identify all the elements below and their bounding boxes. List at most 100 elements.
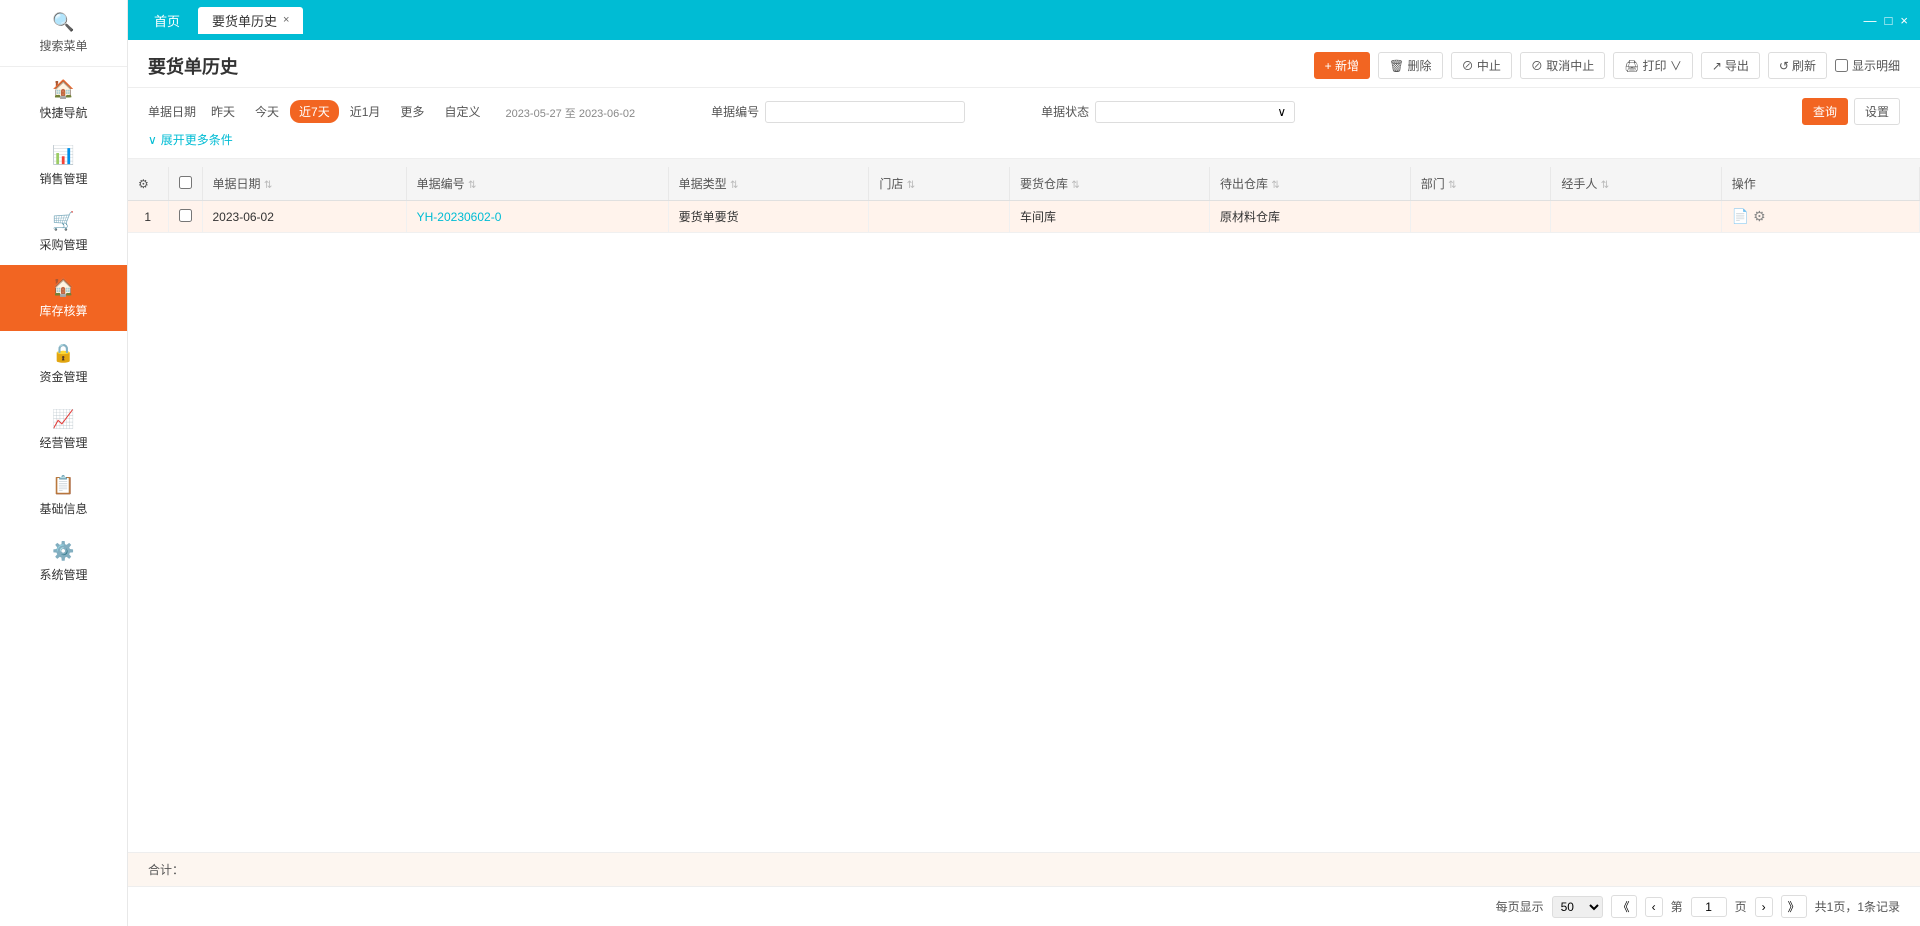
row-checkbox[interactable]	[179, 209, 192, 222]
per-page-select[interactable]: 20 50 100 200	[1552, 896, 1603, 918]
sidebar-item-label: 系统管理	[39, 566, 87, 583]
sidebar-item-sales[interactable]: 📊 销售管理	[0, 133, 127, 199]
minimize-icon[interactable]: —	[1864, 13, 1877, 28]
row-bill-no[interactable]: YH-20230602-0	[406, 201, 668, 233]
sidebar-item-label: 资金管理	[39, 368, 87, 385]
settings-button[interactable]: 设置	[1854, 98, 1900, 125]
date-btn-7days[interactable]: 近7天	[290, 100, 339, 123]
close-window-icon[interactable]: ×	[1900, 13, 1908, 28]
query-button[interactable]: 查询	[1802, 98, 1848, 125]
last-page-btn[interactable]: 》	[1781, 895, 1807, 918]
th-action-label: 操作	[1732, 177, 1756, 191]
page-label: 第	[1671, 898, 1683, 915]
view-action-icon[interactable]: 📄	[1732, 208, 1749, 225]
row-checkbox-cell[interactable]	[168, 201, 202, 233]
display-detail-toggle[interactable]: 显示明细	[1835, 57, 1900, 74]
sort-icon-date: ⇅	[264, 180, 272, 191]
delete-button[interactable]: 🗑 删除	[1378, 52, 1443, 79]
first-page-btn[interactable]: 《	[1611, 895, 1637, 918]
print-button[interactable]: 🖨 🖨 打印 打印 ∨	[1613, 52, 1693, 79]
action-btns: 📄 ⚙	[1732, 208, 1909, 225]
chevron-down-icon: ∨	[148, 133, 157, 147]
settings-icon: ⚙	[138, 177, 149, 191]
refresh-icon: ↺	[1779, 59, 1789, 73]
row-store	[869, 201, 1010, 233]
sidebar: 🔍 搜索菜单 🏠 快捷导航 📊 销售管理 🛒 采购管理 🏠 库存核算 🔒 资金管…	[0, 0, 128, 926]
display-detail-checkbox[interactable]	[1835, 59, 1848, 72]
date-btn-yesterday[interactable]: 昨天	[202, 100, 244, 123]
sort-icon-department: ⇅	[1448, 180, 1456, 191]
th-req-warehouse[interactable]: 要货仓库 ⇅	[1009, 167, 1209, 201]
th-bill-no[interactable]: 单据编号 ⇅	[406, 167, 668, 201]
sidebar-item-label: 采购管理	[39, 236, 87, 253]
th-checkbox[interactable]	[168, 167, 202, 201]
close-tab-icon[interactable]: ×	[283, 14, 289, 26]
sidebar-search[interactable]: 🔍 搜索菜单	[0, 0, 127, 67]
prev-page-btn[interactable]: ‹	[1645, 897, 1663, 917]
bill-status-select[interactable]: ∨	[1095, 101, 1295, 123]
sidebar-search-label: 搜索菜单	[39, 37, 87, 54]
th-bill-no-label: 单据编号	[417, 177, 465, 191]
row-req-warehouse: 车间库	[1009, 201, 1209, 233]
new-button[interactable]: + 新增	[1314, 52, 1370, 79]
sidebar-item-system[interactable]: ⚙️ 系统管理	[0, 529, 127, 595]
toolbar: + 新增 🗑 删除 ⊘ 中止 ⊘ 取消中止 🖨 🖨 打印 打印 ∨ ↗ 导出 ↺…	[1314, 52, 1900, 79]
tab-home[interactable]: 首页	[140, 7, 194, 34]
tab-home-label: 首页	[154, 11, 180, 30]
sidebar-item-label: 经营管理	[39, 434, 87, 451]
tab-requisition-history[interactable]: 要货单历史 ×	[198, 7, 303, 34]
sort-icon-req-warehouse: ⇅	[1071, 180, 1079, 191]
maximize-icon[interactable]: □	[1885, 13, 1893, 28]
current-page-input[interactable]	[1691, 897, 1727, 917]
chart-icon: 📊	[52, 145, 74, 166]
th-department[interactable]: 部门 ⇅	[1410, 167, 1551, 201]
bill-no-input[interactable]	[765, 101, 965, 123]
th-handler-label: 经手人	[1561, 177, 1597, 191]
stop-button[interactable]: ⊘ 中止	[1451, 52, 1512, 79]
row-actions: 📄 ⚙	[1721, 201, 1919, 233]
date-btn-1month[interactable]: 近1月	[341, 100, 390, 123]
sidebar-item-quick-nav[interactable]: 🏠 快捷导航	[0, 67, 127, 133]
refresh-button[interactable]: ↺ 刷新	[1768, 52, 1827, 79]
next-page-btn[interactable]: ›	[1755, 897, 1773, 917]
th-bill-type-label: 单据类型	[679, 177, 727, 191]
bill-no-link[interactable]: YH-20230602-0	[417, 210, 502, 224]
th-handler[interactable]: 经手人 ⇅	[1551, 167, 1721, 201]
cancel-stop-button[interactable]: ⊘ 取消中止	[1520, 52, 1605, 79]
sidebar-item-operation[interactable]: 📈 经营管理	[0, 397, 127, 463]
sidebar-item-purchase[interactable]: 🛒 采购管理	[0, 199, 127, 265]
row-pending-warehouse: 原材料仓库	[1210, 201, 1411, 233]
topbar-right-actions: — □ ×	[1864, 13, 1908, 28]
date-btn-today[interactable]: 今天	[246, 100, 288, 123]
chevron-down-icon: ∨	[1277, 105, 1286, 119]
operation-icon: 📈	[52, 409, 74, 430]
filter-bill-status: 单据状态 ∨	[1041, 101, 1295, 123]
filter-date: 单据日期 昨天 今天 近7天 近1月 更多 自定义	[148, 100, 489, 123]
th-settings[interactable]: ⚙	[128, 167, 168, 201]
sidebar-item-label: 销售管理	[39, 170, 87, 187]
basic-icon: 📋	[52, 475, 74, 496]
sort-icon-store: ⇅	[907, 180, 915, 191]
date-btn-more[interactable]: 更多	[391, 100, 433, 123]
page-suffix: 页	[1735, 898, 1747, 915]
sidebar-item-label: 库存核算	[39, 302, 87, 319]
filter-area: 单据日期 昨天 今天 近7天 近1月 更多 自定义 2023-05-27 至 2…	[128, 88, 1920, 159]
sidebar-item-label: 快捷导航	[39, 104, 87, 121]
th-bill-type[interactable]: 单据类型 ⇅	[668, 167, 869, 201]
inventory-icon: 🏠	[52, 277, 74, 298]
th-store[interactable]: 门店 ⇅	[869, 167, 1010, 201]
date-quick-btns: 昨天 今天 近7天 近1月 更多 自定义	[202, 100, 489, 123]
search-icon: 🔍	[52, 12, 74, 33]
th-date[interactable]: 单据日期 ⇅	[202, 167, 406, 201]
date-btn-custom[interactable]: 自定义	[435, 100, 489, 123]
sidebar-item-finance[interactable]: 🔒 资金管理	[0, 331, 127, 397]
edit-action-icon[interactable]: ⚙	[1753, 208, 1766, 225]
row-date: 2023-06-02	[202, 201, 406, 233]
export-button[interactable]: ↗ 导出	[1701, 52, 1760, 79]
select-all-checkbox[interactable]	[179, 176, 192, 189]
th-pending-warehouse[interactable]: 待出仓库 ⇅	[1210, 167, 1411, 201]
sidebar-item-basic[interactable]: 📋 基础信息	[0, 463, 127, 529]
sidebar-item-inventory[interactable]: 🏠 库存核算	[0, 265, 127, 331]
expand-more-btn[interactable]: ∨ 展开更多条件	[148, 131, 1900, 148]
system-icon: ⚙️	[52, 541, 74, 562]
